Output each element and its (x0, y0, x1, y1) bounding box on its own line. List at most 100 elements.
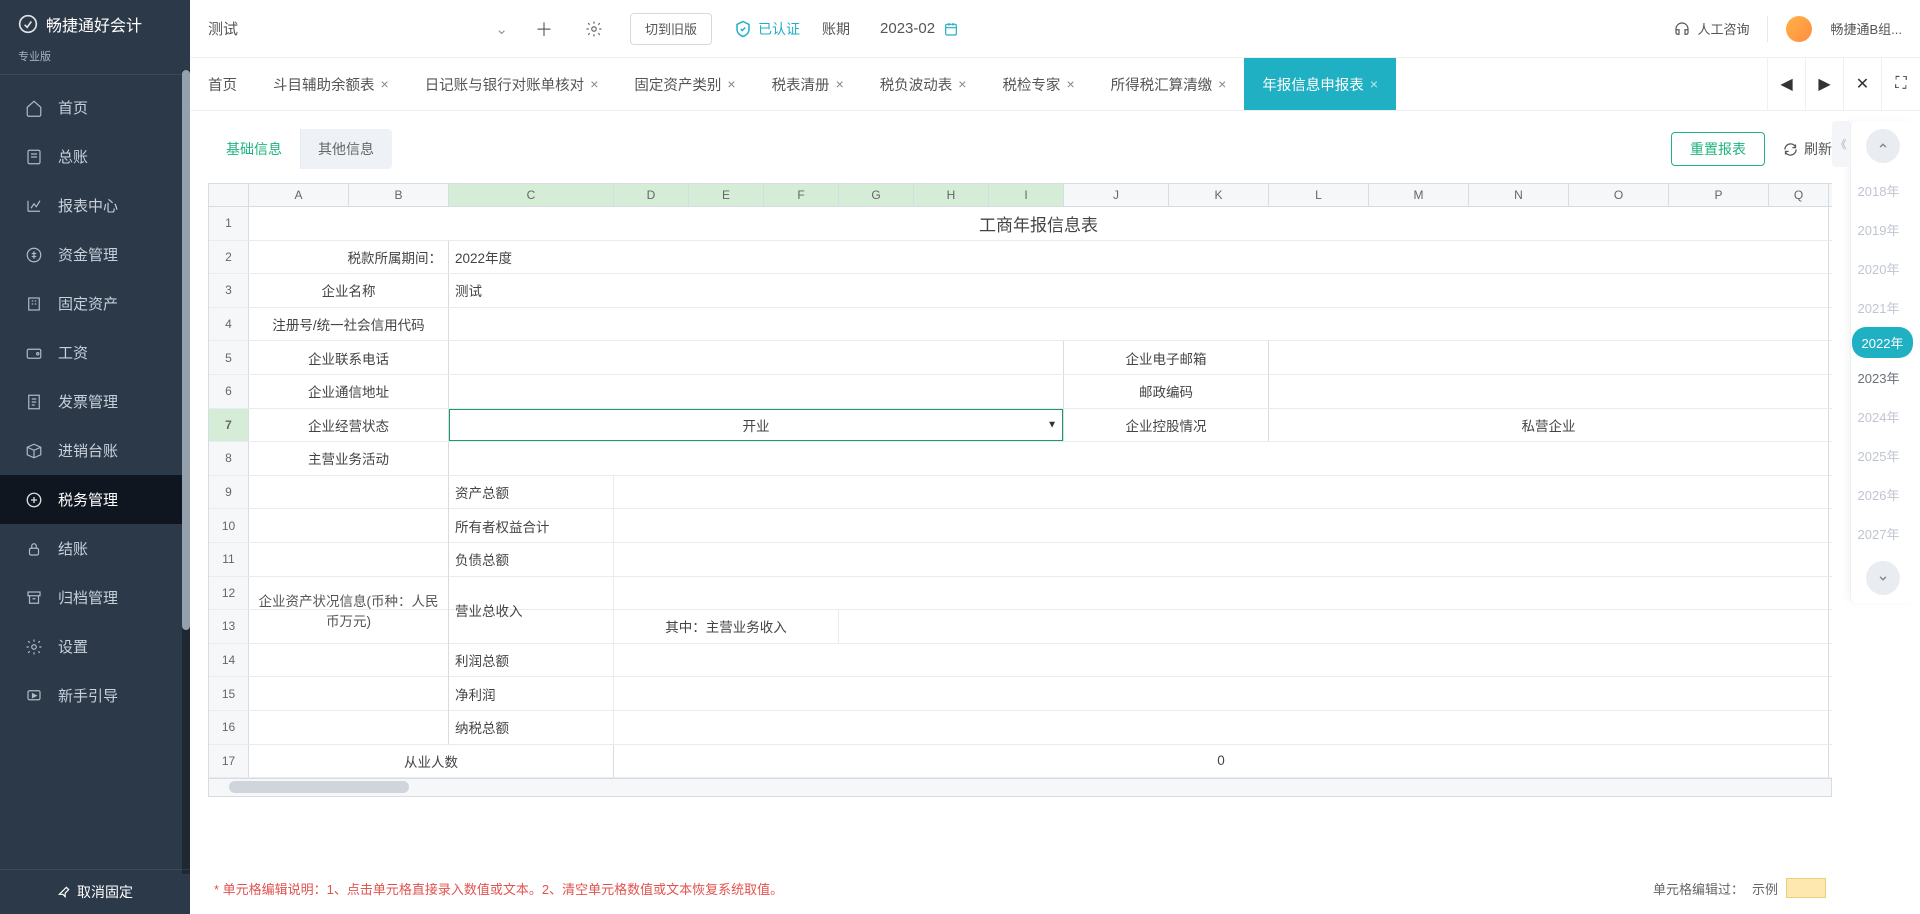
cell[interactable]: 负债总额 (449, 543, 614, 576)
cell[interactable] (449, 308, 1829, 341)
row-header[interactable]: 15 (209, 677, 249, 710)
cell[interactable]: 企业通信地址 (249, 375, 449, 408)
sidebar-item-closing[interactable]: 结账 (0, 524, 190, 573)
subtab-other[interactable]: 其他信息 (300, 129, 392, 169)
row-header[interactable]: 4 (209, 308, 249, 341)
col-header[interactable]: A (249, 184, 349, 206)
switch-old-button[interactable]: 切到旧版 (630, 13, 712, 45)
col-header[interactable]: O (1569, 184, 1669, 206)
cell[interactable] (614, 476, 1829, 509)
sidebar-item-payroll[interactable]: 工资 (0, 328, 190, 377)
col-header[interactable]: P (1669, 184, 1769, 206)
cell[interactable]: 0 (614, 745, 1829, 778)
close-icon[interactable]: × (836, 76, 844, 92)
add-button[interactable]: ＋ (530, 15, 558, 43)
col-header[interactable]: D (614, 184, 689, 206)
col-header[interactable]: F (764, 184, 839, 206)
close-icon[interactable]: × (1218, 76, 1226, 92)
tabs-next[interactable]: ▶ (1806, 58, 1844, 110)
col-header[interactable]: G (839, 184, 914, 206)
cell[interactable] (839, 610, 1829, 643)
subtab-basic[interactable]: 基础信息 (208, 129, 300, 169)
status-dropdown[interactable]: 开业▼ (449, 409, 1064, 442)
username[interactable]: 畅捷通B组... (1830, 19, 1902, 38)
unpin-button[interactable]: 取消固定 (0, 869, 190, 914)
col-header[interactable]: C (449, 184, 614, 206)
year-item[interactable]: 2026年 (1852, 475, 1914, 514)
cell[interactable] (614, 644, 1829, 677)
row-header[interactable]: 13 (209, 610, 249, 643)
year-item[interactable]: 2024年 (1852, 397, 1914, 436)
col-header[interactable]: B (349, 184, 449, 206)
sidebar-item-invoice[interactable]: 发票管理 (0, 377, 190, 426)
cell[interactable] (614, 711, 1829, 744)
tab[interactable]: 年报信息申报表× (1244, 58, 1396, 110)
sidebar-item-funds[interactable]: 资金管理 (0, 230, 190, 279)
cell[interactable]: 其中：主营业务收入 (614, 610, 839, 643)
year-item[interactable]: 2023年 (1852, 358, 1914, 397)
row-header[interactable]: 2 (209, 241, 249, 274)
cell[interactable]: 邮政编码 (1064, 375, 1269, 408)
col-header[interactable]: Q (1769, 184, 1829, 206)
year-item[interactable]: 2020年 (1852, 249, 1914, 288)
row-header[interactable]: 10 (209, 509, 249, 542)
row-header[interactable]: 9 (209, 476, 249, 509)
cell[interactable]: 资产总额 (449, 476, 614, 509)
tab[interactable]: 首页 (190, 58, 255, 110)
cell[interactable]: 所有者权益合计 (449, 509, 614, 542)
col-header[interactable]: L (1269, 184, 1369, 206)
cell[interactable]: 企业电子邮箱 (1064, 341, 1269, 374)
verified-badge[interactable]: 已认证 (734, 19, 800, 39)
close-icon[interactable]: × (381, 76, 389, 92)
logo[interactable]: 畅捷通好会计 (0, 0, 190, 48)
row-header[interactable]: 1 (209, 207, 249, 240)
year-item[interactable]: 2027年 (1852, 514, 1914, 553)
year-down[interactable] (1866, 561, 1900, 595)
cell[interactable] (1269, 341, 1829, 374)
reset-report-button[interactable]: 重置报表 (1671, 132, 1765, 166)
cell[interactable]: 企业名称 (249, 274, 449, 307)
cell[interactable] (614, 543, 1829, 576)
cell[interactable]: 测试 (449, 274, 1829, 307)
row-header[interactable]: 7 (209, 409, 249, 442)
refresh-button[interactable]: 刷新 (1783, 139, 1832, 159)
close-icon[interactable]: × (590, 76, 598, 92)
year-item[interactable]: 2022年 (1852, 327, 1914, 358)
settings-top-icon[interactable] (580, 15, 608, 43)
cell[interactable]: 企业经营状态 (249, 409, 449, 442)
close-icon[interactable]: × (1066, 76, 1074, 92)
year-panel-collapse[interactable]: 《 (1832, 121, 1850, 167)
close-icon[interactable]: × (727, 76, 735, 92)
cell[interactable] (614, 677, 1829, 710)
h-scrollbar[interactable] (208, 779, 1832, 797)
tab[interactable]: 税表清册× (754, 58, 862, 110)
sidebar-item-ledger[interactable]: 总账 (0, 132, 190, 181)
tabs-close-all[interactable]: ✕ (1844, 58, 1882, 110)
col-header[interactable]: E (689, 184, 764, 206)
col-header[interactable]: I (989, 184, 1064, 206)
cell[interactable] (614, 509, 1829, 542)
sidebar-item-tax[interactable]: 税务管理 (0, 475, 190, 524)
sidebar-item-home[interactable]: 首页 (0, 83, 190, 132)
row-header[interactable]: 12 (209, 577, 249, 610)
cell[interactable]: 税款所属期间： (249, 241, 449, 274)
tab[interactable]: 所得税汇算清缴× (1093, 58, 1245, 110)
year-item[interactable]: 2018年 (1852, 171, 1914, 210)
fullscreen-icon[interactable]: ⛶ (1882, 58, 1920, 110)
tabs-prev[interactable]: ◀ (1768, 58, 1806, 110)
sidebar-item-assets[interactable]: 固定资产 (0, 279, 190, 328)
sidebar-item-reports[interactable]: 报表中心 (0, 181, 190, 230)
avatar[interactable] (1786, 16, 1812, 42)
row-header[interactable]: 16 (209, 711, 249, 744)
cell[interactable]: 工商年报信息表 (249, 207, 1829, 240)
tab[interactable]: 税负波动表× (862, 58, 985, 110)
cell[interactable]: 2022年度 (449, 241, 1829, 274)
year-up[interactable] (1866, 129, 1900, 163)
period-picker[interactable]: 2023-02 (872, 16, 967, 41)
cell[interactable]: 主营业务活动 (249, 442, 449, 475)
consult-button[interactable]: 人工咨询 (1673, 19, 1749, 38)
col-header[interactable]: K (1169, 184, 1269, 206)
cell[interactable]: 私营企业 (1269, 409, 1829, 442)
col-header[interactable]: H (914, 184, 989, 206)
cell[interactable]: 从业人数 (249, 745, 614, 778)
